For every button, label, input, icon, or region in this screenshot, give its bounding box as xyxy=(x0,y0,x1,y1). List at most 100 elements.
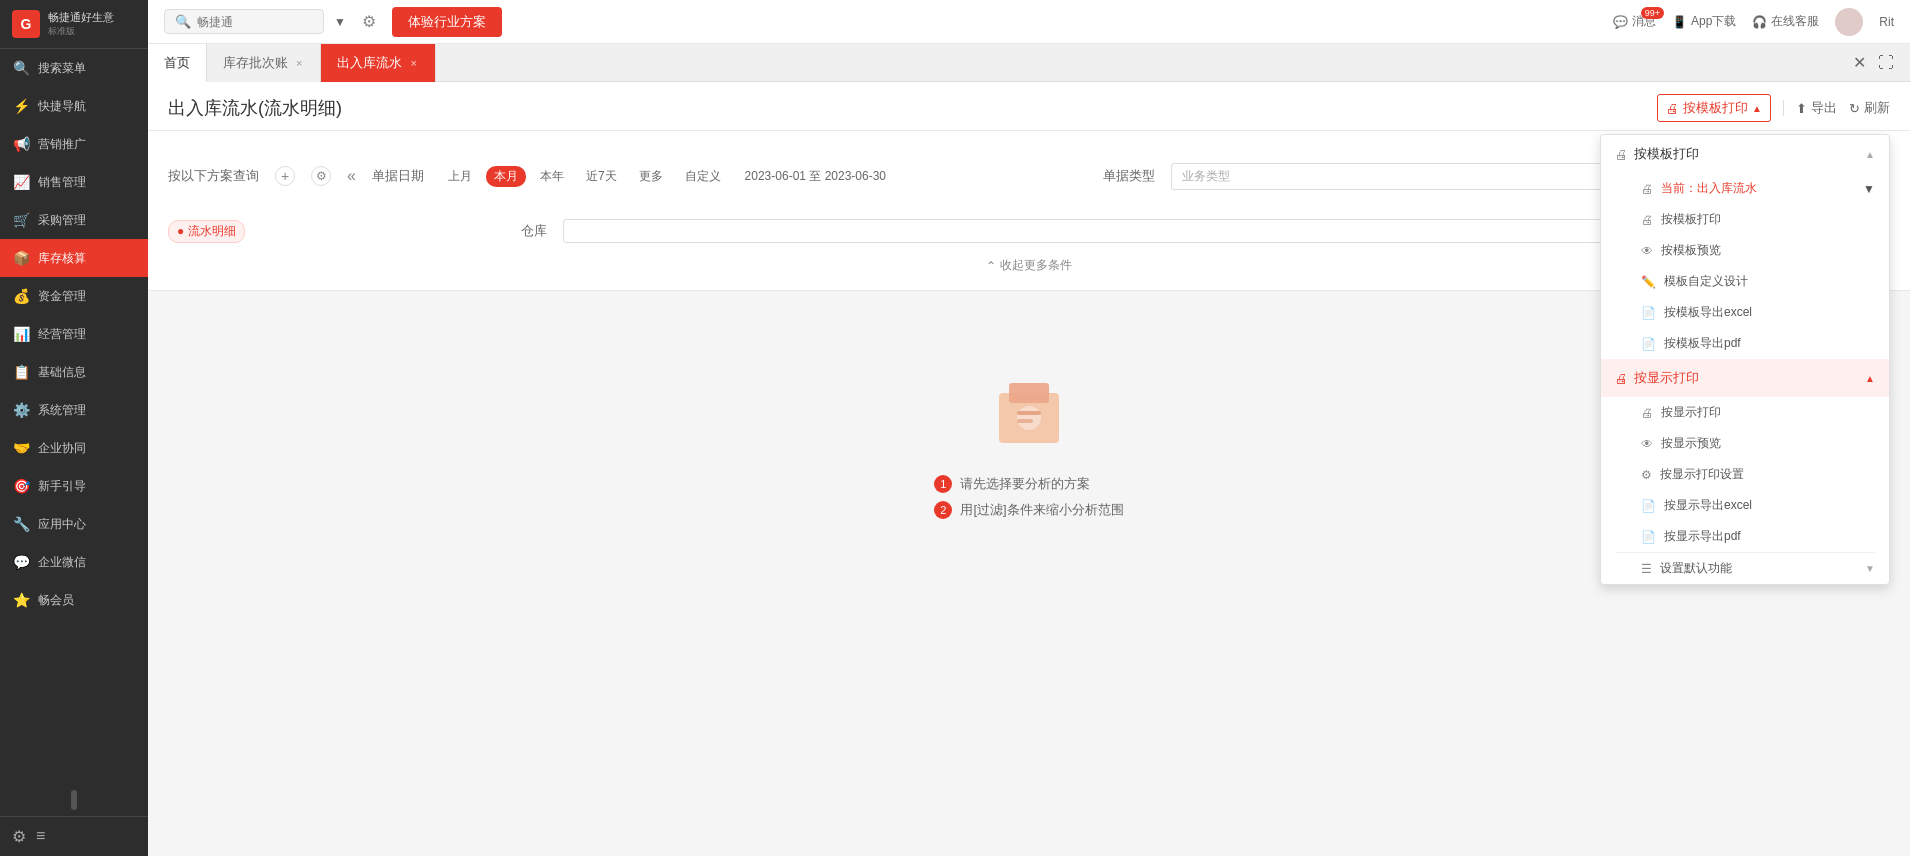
phone-icon: 📱 xyxy=(1672,15,1687,29)
topbar-gear-icon[interactable]: ⚙ xyxy=(356,12,382,31)
template-preview-item[interactable]: 👁 按模板预览 xyxy=(1601,235,1889,266)
display-print-section-header[interactable]: 🖨 按显示打印 ▲ xyxy=(1601,359,1889,397)
display-export-excel-item[interactable]: 📄 按显示导出excel xyxy=(1601,490,1889,521)
filter-add-btn[interactable]: + xyxy=(275,166,295,186)
template-print-section-header[interactable]: 🖨 按模板打印 ▲ xyxy=(1601,135,1889,173)
sidebar-item-wechat[interactable]: 💬 企业微信 xyxy=(0,543,148,581)
collapse-more-btn[interactable]: ⌃ 收起更多条件 xyxy=(986,257,1072,274)
tab-inout-flow[interactable]: 出入库流水 × xyxy=(321,44,435,82)
date-tabs: 上月 本月 本年 近7天 更多 自定义 xyxy=(440,166,729,187)
menu-icon[interactable]: ≡ xyxy=(36,827,45,846)
template-print-icon: 🖨 xyxy=(1641,213,1653,227)
tab-batch-account-close[interactable]: × xyxy=(294,56,304,70)
search-topbar-icon: 🔍 xyxy=(175,14,191,29)
tab-home[interactable]: 首页 xyxy=(148,44,207,82)
page-actions: 🖨 按模板打印 ▲ ⬆ 导出 ↻ 刷新 xyxy=(1657,94,1890,122)
export-btn[interactable]: ⬆ 导出 xyxy=(1796,99,1837,117)
app-logo-icon: G xyxy=(12,10,40,38)
sidebar-nav: 🔍 搜索菜单 ⚡ 快捷导航 📢 营销推广 📈 销售管理 🛒 采购管理 📦 库存核… xyxy=(0,49,148,784)
main-area: 🔍 ▼ ⚙ 体验行业方案 💬 消息 99+ 📱 App下载 🎧 在线客服 Ri xyxy=(148,0,1910,856)
sidebar-item-inventory[interactable]: 📦 库存核算 xyxy=(0,239,148,277)
sidebar: G 畅捷通好生意 标准版 🔍 搜索菜单 ⚡ 快捷导航 📢 营销推广 📈 销售管理… xyxy=(0,0,148,856)
message-btn[interactable]: 💬 消息 99+ xyxy=(1613,13,1656,30)
message-icon: 💬 xyxy=(1613,15,1628,29)
sidebar-item-search[interactable]: 🔍 搜索菜单 xyxy=(0,49,148,87)
gear-bottom-icon[interactable]: ⚙ xyxy=(12,827,26,846)
tab-inout-flow-close[interactable]: × xyxy=(408,56,418,70)
topbar-search-box[interactable]: 🔍 xyxy=(164,9,324,34)
username-label[interactable]: Rit xyxy=(1879,15,1894,29)
export-icon: ⬆ xyxy=(1796,101,1807,116)
settings-default-item[interactable]: ☰ 设置默认功能 ▼ xyxy=(1601,553,1889,584)
sidebar-item-sales[interactable]: 📈 销售管理 xyxy=(0,163,148,201)
display-print-label: 🖨 按显示打印 xyxy=(1615,369,1699,387)
date-tab-recent7[interactable]: 近7天 xyxy=(578,166,625,187)
tab-batch-account[interactable]: 库存批次账 × xyxy=(207,44,321,82)
display-preview-item[interactable]: 👁 按显示预览 xyxy=(1601,428,1889,459)
display-print-item[interactable]: 🖨 按显示打印 xyxy=(1601,397,1889,428)
template-preview-icon: 👁 xyxy=(1641,244,1653,258)
svg-rect-4 xyxy=(1017,419,1033,423)
sales-icon: 📈 xyxy=(12,173,30,191)
current-template-item[interactable]: 🖨 当前：出入库流水 ▼ xyxy=(1601,173,1889,204)
template-export-pdf-item[interactable]: 📄 按模板导出pdf xyxy=(1601,328,1889,359)
online-service-btn[interactable]: 🎧 在线客服 xyxy=(1752,13,1819,30)
sidebar-item-apps[interactable]: 🔧 应用中心 xyxy=(0,505,148,543)
display-print-settings-item[interactable]: ⚙ 按显示打印设置 xyxy=(1601,459,1889,490)
sidebar-item-quick-nav[interactable]: ⚡ 快捷导航 xyxy=(0,87,148,125)
date-tab-more[interactable]: 更多 xyxy=(631,166,671,187)
step-1-num: 1 xyxy=(934,475,952,493)
app-download-btn[interactable]: 📱 App下载 xyxy=(1672,13,1736,30)
sidebar-item-collab[interactable]: 🤝 企业协同 xyxy=(0,429,148,467)
empty-steps: 1 请先选择要分析的方案 2 用[过滤]条件来缩小分析范围 xyxy=(934,475,1123,519)
sidebar-item-system[interactable]: ⚙️ 系统管理 xyxy=(0,391,148,429)
sidebar-bottom: ⚙ ≡ xyxy=(0,816,148,856)
sidebar-item-finance[interactable]: 💰 资金管理 xyxy=(0,277,148,315)
tab-close-window-btn[interactable]: ✕ xyxy=(1849,49,1870,76)
print-dropdown-icon: ▲ xyxy=(1752,103,1762,114)
topbar-dropdown[interactable]: ▼ xyxy=(334,15,346,29)
sidebar-logo: G 畅捷通好生意 标准版 xyxy=(0,0,148,49)
date-tab-this-month[interactable]: 本月 xyxy=(486,166,526,187)
sidebar-item-marketing[interactable]: 📢 营销推广 xyxy=(0,125,148,163)
print-template-btn[interactable]: 🖨 按模板打印 ▲ xyxy=(1657,94,1771,122)
section-arrow-up: ▲ xyxy=(1865,149,1875,160)
headset-icon: 🎧 xyxy=(1752,15,1767,29)
template-print-item[interactable]: 🖨 按模板打印 xyxy=(1601,204,1889,235)
refresh-btn[interactable]: ↻ 刷新 xyxy=(1849,99,1890,117)
filter-setting-btn[interactable]: ⚙ xyxy=(311,166,331,186)
date-tab-this-year[interactable]: 本年 xyxy=(532,166,572,187)
trial-btn[interactable]: 体验行业方案 xyxy=(392,7,502,37)
tabs-bar: 首页 库存批次账 × 出入库流水 × ✕ ⛶ xyxy=(148,44,1910,82)
date-tab-last-month[interactable]: 上月 xyxy=(440,166,480,187)
date-tab-custom[interactable]: 自定义 xyxy=(677,166,729,187)
current-arrow-icon: ▼ xyxy=(1863,182,1875,196)
template-export-excel-item[interactable]: 📄 按模板导出excel xyxy=(1601,297,1889,328)
topbar-right-area: 💬 消息 99+ 📱 App下载 🎧 在线客服 Rit xyxy=(1613,8,1894,36)
display-excel-icon: 📄 xyxy=(1641,499,1656,513)
display-section-arrow: ▲ xyxy=(1865,373,1875,384)
sidebar-item-basic[interactable]: 📋 基础信息 xyxy=(0,353,148,391)
refresh-icon: ↻ xyxy=(1849,101,1860,116)
collab-icon: 🤝 xyxy=(12,439,30,457)
app-name: 畅捷通好生意 标准版 xyxy=(48,10,114,38)
template-custom-item[interactable]: ✏️ 模板自定义设计 xyxy=(1601,266,1889,297)
sidebar-item-membership[interactable]: ⭐ 畅会员 xyxy=(0,581,148,619)
empty-illustration xyxy=(979,363,1079,463)
sidebar-item-purchase[interactable]: 🛒 采购管理 xyxy=(0,201,148,239)
filter-tag-flow-detail[interactable]: ● 流水明细 xyxy=(168,220,245,243)
sidebar-item-guide[interactable]: 🎯 新手引导 xyxy=(0,467,148,505)
inventory-icon: 📦 xyxy=(12,249,30,267)
current-template-icon: 🖨 xyxy=(1641,182,1653,196)
svg-point-2 xyxy=(1017,406,1041,430)
sidebar-item-operations[interactable]: 📊 经营管理 xyxy=(0,315,148,353)
apps-icon: 🔧 xyxy=(12,515,30,533)
search-topbar-input[interactable] xyxy=(197,15,307,29)
user-avatar[interactable] xyxy=(1835,8,1863,36)
date-filter: 上月 本月 本年 近7天 更多 自定义 2023-06-01 至 2023-06… xyxy=(440,166,1063,187)
tab-maximize-btn[interactable]: ⛶ xyxy=(1874,50,1898,76)
wechat-icon: 💬 xyxy=(12,553,30,571)
filter-collapse-left-btn[interactable]: « xyxy=(347,167,356,185)
settings-arrow-icon: ▼ xyxy=(1865,563,1875,574)
display-export-pdf-item[interactable]: 📄 按显示导出pdf xyxy=(1601,521,1889,552)
